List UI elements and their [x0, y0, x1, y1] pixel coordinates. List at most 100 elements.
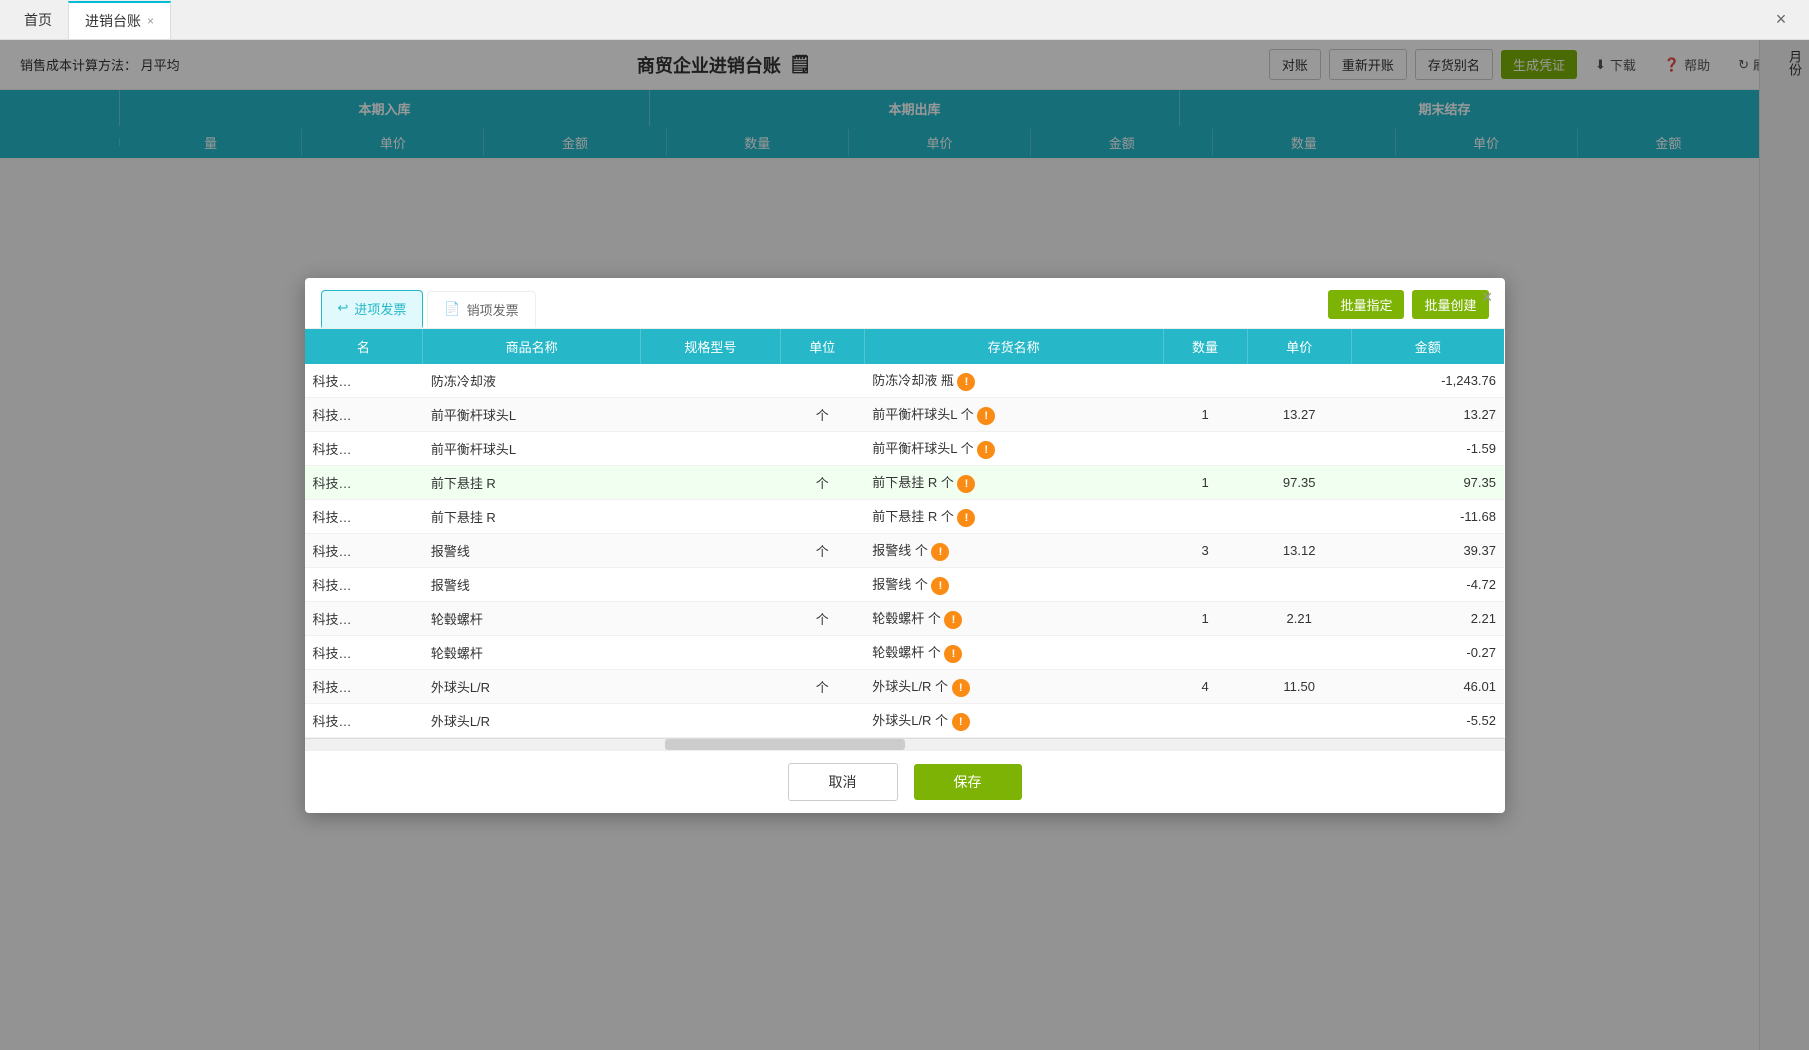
cell-amount: 13.27 — [1351, 397, 1504, 431]
cell-spec — [641, 431, 781, 465]
th-name: 名 — [305, 329, 423, 364]
cell-price — [1247, 364, 1351, 398]
cell-inventory: 轮毂螺杆 个 ! — [864, 635, 1163, 669]
cell-name: 科技… — [305, 465, 423, 499]
tab-active[interactable]: 进销台账 × — [68, 1, 171, 39]
cell-unit — [780, 567, 864, 601]
th-price: 单价 — [1247, 329, 1351, 364]
tab-incoming-label: 进项发票 — [354, 299, 406, 318]
th-amount: 金额 — [1351, 329, 1504, 364]
warn-icon: ! — [977, 441, 995, 459]
cell-unit — [780, 364, 864, 398]
cell-inventory: 报警线 个 ! — [864, 533, 1163, 567]
cell-inventory: 外球头L/R 个 ! — [864, 669, 1163, 703]
cell-amount: -4.72 — [1351, 567, 1504, 601]
cell-name: 科技… — [305, 364, 423, 398]
warn-icon: ! — [931, 577, 949, 595]
cell-amount: -1.59 — [1351, 431, 1504, 465]
modal-body: 名 商品名称 规格型号 单位 存货名称 数量 单价 金额 — [305, 329, 1505, 750]
cell-qty — [1163, 364, 1247, 398]
table-row: 科技… 外球头L/R 个 外球头L/R 个 ! 4 11.50 46.01 — [305, 669, 1505, 703]
cell-spec — [641, 533, 781, 567]
cell-price: 2.21 — [1247, 601, 1351, 635]
window-close-button[interactable]: × — [1761, 0, 1801, 40]
cell-inventory: 前平衡杆球头L 个 ! — [864, 397, 1163, 431]
cell-spec — [641, 397, 781, 431]
cell-product: 外球头L/R — [423, 669, 641, 703]
tab-incoming[interactable]: ↩ 进项发票 — [321, 290, 424, 328]
top-bar: 首页 进销台账 × × — [0, 0, 1809, 40]
cell-unit — [780, 499, 864, 533]
modal-close-button[interactable]: × — [1482, 288, 1493, 306]
cell-amount: -11.68 — [1351, 499, 1504, 533]
cell-unit: 个 — [780, 397, 864, 431]
cell-price — [1247, 703, 1351, 737]
cell-qty — [1163, 567, 1247, 601]
table-row: 科技… 报警线 个 报警线 个 ! 3 13.12 39.37 — [305, 533, 1505, 567]
cell-product: 报警线 — [423, 567, 641, 601]
table-row: 科技… 外球头L/R 外球头L/R 个 ! -5.52 — [305, 703, 1505, 737]
cell-spec — [641, 669, 781, 703]
table-row: 科技… 前下悬挂 R 前下悬挂 R 个 ! -11.68 — [305, 499, 1505, 533]
cell-price — [1247, 635, 1351, 669]
cell-qty: 1 — [1163, 397, 1247, 431]
cancel-button[interactable]: 取消 — [788, 763, 898, 801]
cell-amount: -5.52 — [1351, 703, 1504, 737]
cell-name: 科技… — [305, 397, 423, 431]
tab-outgoing[interactable]: 📄 销项发票 — [427, 291, 535, 327]
warn-icon: ! — [952, 679, 970, 697]
cell-unit: 个 — [780, 601, 864, 635]
modal-dialog: ↩ 进项发票 📄 销项发票 批量指定 批量创建 × — [305, 278, 1505, 813]
tab-close-icon[interactable]: × — [147, 14, 154, 28]
cell-price — [1247, 567, 1351, 601]
th-inventory: 存货名称 — [864, 329, 1163, 364]
table-row: 科技… 防冻冷却液 防冻冷却液 瓶 ! -1,243.76 — [305, 364, 1505, 398]
warn-icon: ! — [957, 373, 975, 391]
table-row: 科技… 前下悬挂 R 个 前下悬挂 R 个 ! 1 97.35 97.35 — [305, 465, 1505, 499]
cell-unit — [780, 431, 864, 465]
warn-icon: ! — [931, 543, 949, 561]
outgoing-icon: 📄 — [444, 301, 460, 317]
cell-name: 科技… — [305, 533, 423, 567]
warn-icon: ! — [952, 713, 970, 731]
cell-inventory: 防冻冷却液 瓶 ! — [864, 364, 1163, 398]
cell-name: 科技… — [305, 431, 423, 465]
invoice-table: 名 商品名称 规格型号 单位 存货名称 数量 单价 金额 — [305, 329, 1505, 738]
tab-outgoing-label: 销项发票 — [467, 300, 519, 319]
cell-inventory: 前下悬挂 R 个 ! — [864, 499, 1163, 533]
cell-product: 前平衡杆球头L — [423, 397, 641, 431]
table-row: 科技… 报警线 报警线 个 ! -4.72 — [305, 567, 1505, 601]
cell-amount: -0.27 — [1351, 635, 1504, 669]
table-scroll-area[interactable]: 名 商品名称 规格型号 单位 存货名称 数量 单价 金额 — [305, 329, 1505, 738]
cell-amount: 2.21 — [1351, 601, 1504, 635]
cell-spec — [641, 567, 781, 601]
cell-unit — [780, 635, 864, 669]
cell-spec — [641, 635, 781, 669]
cell-qty — [1163, 703, 1247, 737]
cell-name: 科技… — [305, 567, 423, 601]
cell-unit — [780, 703, 864, 737]
cell-qty — [1163, 431, 1247, 465]
cell-product: 防冻冷却液 — [423, 364, 641, 398]
cell-spec — [641, 499, 781, 533]
cell-qty: 3 — [1163, 533, 1247, 567]
batch-create-button[interactable]: 批量创建 — [1412, 290, 1488, 319]
cell-product: 轮毂螺杆 — [423, 601, 641, 635]
table-header-row: 名 商品名称 规格型号 单位 存货名称 数量 单价 金额 — [305, 329, 1505, 364]
save-button[interactable]: 保存 — [914, 764, 1022, 800]
cell-name: 科技… — [305, 669, 423, 703]
warn-icon: ! — [944, 611, 962, 629]
table-row: 科技… 轮毂螺杆 轮毂螺杆 个 ! -0.27 — [305, 635, 1505, 669]
th-product: 商品名称 — [423, 329, 641, 364]
main-page: 销售成本计算方法： 月平均 商贸企业进销台账 🗒 对账 重新开账 存货别名 生成… — [0, 40, 1809, 1050]
cell-name: 科技… — [305, 635, 423, 669]
cell-inventory: 前平衡杆球头L 个 ! — [864, 431, 1163, 465]
cell-unit: 个 — [780, 533, 864, 567]
cell-inventory: 报警线 个 ! — [864, 567, 1163, 601]
cell-product: 外球头L/R — [423, 703, 641, 737]
tab-home[interactable]: 首页 — [8, 2, 68, 38]
horizontal-scrollbar[interactable] — [305, 738, 1505, 750]
batch-assign-button[interactable]: 批量指定 — [1328, 290, 1404, 319]
cell-price — [1247, 431, 1351, 465]
cell-name: 科技… — [305, 499, 423, 533]
